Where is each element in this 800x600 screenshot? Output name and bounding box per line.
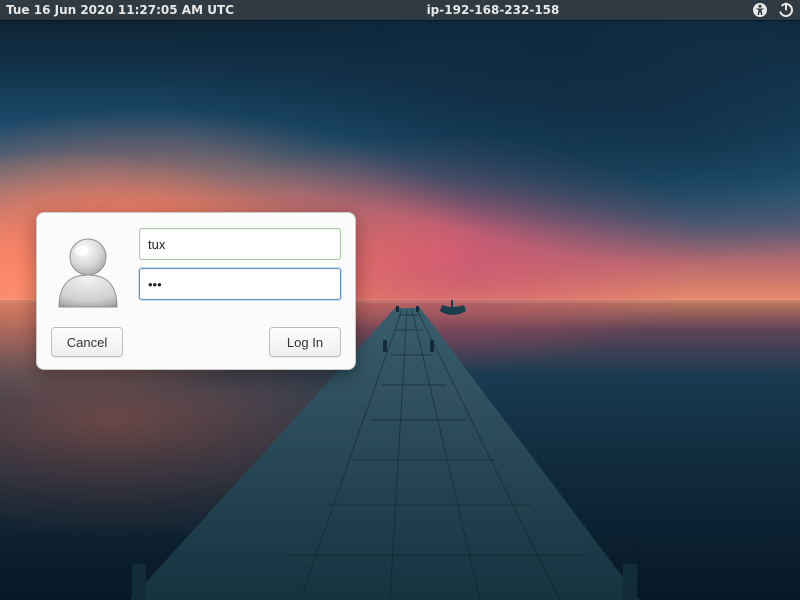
cancel-button[interactable]: Cancel bbox=[51, 327, 123, 357]
password-field[interactable] bbox=[139, 268, 341, 300]
system-tray bbox=[752, 2, 794, 18]
user-avatar-icon bbox=[51, 227, 125, 313]
username-field[interactable] bbox=[139, 228, 341, 260]
hostname-label: ip-192-168-232-158 bbox=[427, 3, 560, 17]
login-button[interactable]: Log In bbox=[269, 327, 341, 357]
top-panel: Tue 16 Jun 2020 11:27:05 AM UTC ip-192-1… bbox=[0, 0, 800, 20]
accessibility-icon[interactable] bbox=[752, 2, 768, 18]
power-icon[interactable] bbox=[778, 2, 794, 18]
login-dialog: Cancel Log In bbox=[36, 212, 356, 370]
clock-label: Tue 16 Jun 2020 11:27:05 AM UTC bbox=[6, 3, 234, 17]
